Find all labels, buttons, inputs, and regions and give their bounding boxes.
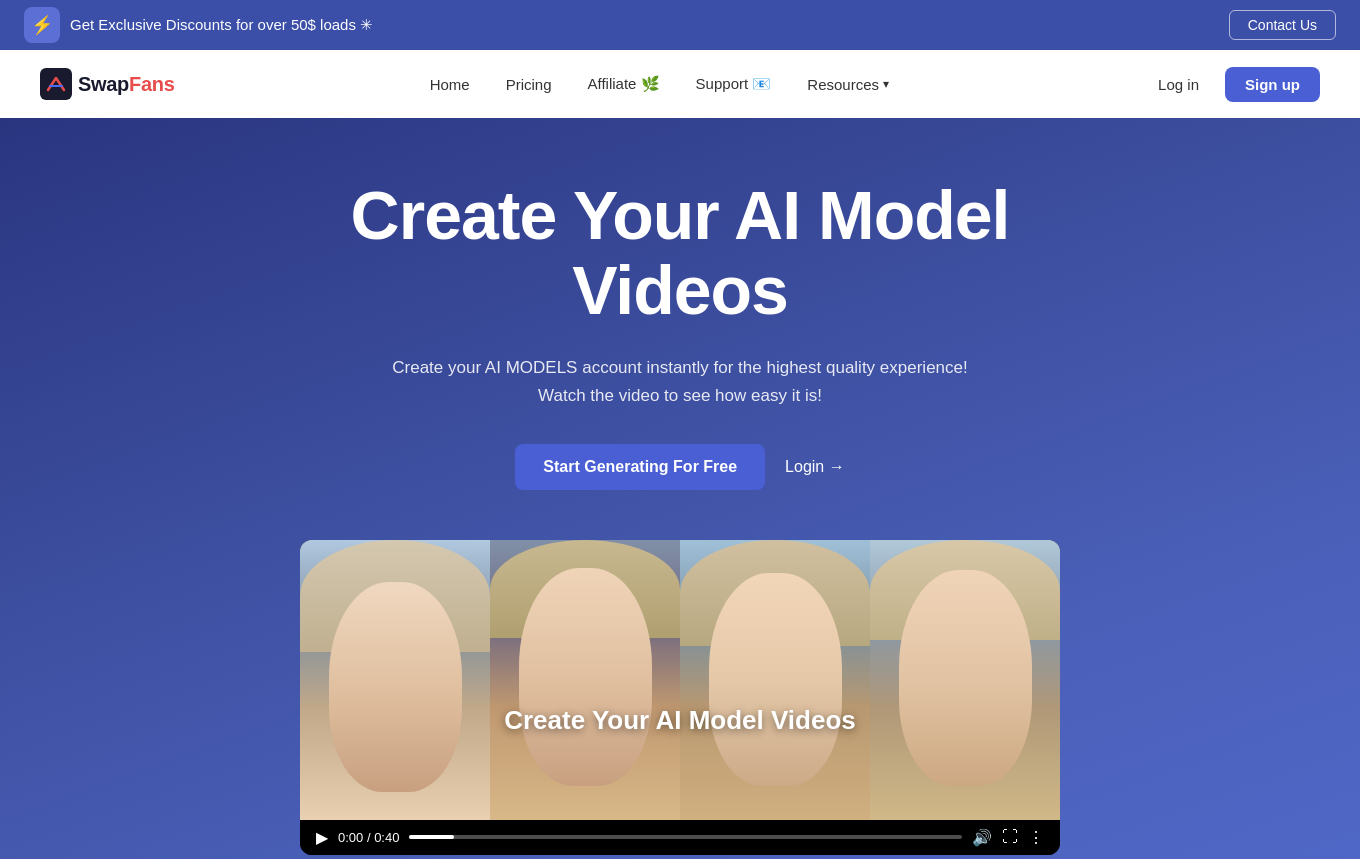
hero-subtitle2: Watch the video to see how easy it is!: [538, 386, 822, 406]
progress-bar[interactable]: [409, 835, 962, 839]
nav-resources[interactable]: Resources ▾: [793, 68, 903, 101]
hero-subtitle1: Create your AI MODELS account instantly …: [392, 358, 967, 378]
nav-home[interactable]: Home: [416, 68, 484, 101]
start-generating-button[interactable]: Start Generating For Free: [515, 444, 765, 490]
nav-pricing[interactable]: Pricing: [492, 68, 566, 101]
hero-section: Create Your AI ModelVideos Create your A…: [0, 118, 1360, 859]
banner-left: ⚡ Get Exclusive Discounts for over 50$ l…: [24, 7, 373, 43]
contact-us-button[interactable]: Contact Us: [1229, 10, 1336, 40]
video-thumbnail: Create Your AI Model Videos: [300, 540, 1060, 820]
nav-links: Home Pricing Affiliate 🌿 Support 📧 Resou…: [416, 67, 903, 101]
video-panel-3: [680, 540, 870, 820]
video-controls: ▶ 0:00 / 0:40 🔊 ⛶ ⋮: [300, 820, 1060, 855]
navbar: SwapFans Home Pricing Affiliate 🌿 Suppor…: [0, 50, 1360, 118]
video-overlay-text: Create Your AI Model Videos: [300, 705, 1060, 736]
video-controls-right: 🔊 ⛶ ⋮: [972, 828, 1044, 847]
lightning-icon: ⚡: [24, 7, 60, 43]
hero-title: Create Your AI ModelVideos: [351, 178, 1010, 328]
signup-button[interactable]: Sign up: [1225, 67, 1320, 102]
hero-buttons: Start Generating For Free Login →: [515, 444, 844, 490]
hero-login-button[interactable]: Login →: [785, 458, 845, 476]
progress-bar-fill: [409, 835, 453, 839]
video-panel-1: [300, 540, 490, 820]
nav-right: Log in Sign up: [1144, 67, 1320, 102]
nav-support[interactable]: Support 📧: [682, 67, 786, 101]
logo-icon: [40, 68, 72, 100]
chevron-down-icon: ▾: [883, 77, 889, 91]
video-panel-2: [490, 540, 680, 820]
fullscreen-icon[interactable]: ⛶: [1002, 828, 1018, 846]
login-button[interactable]: Log in: [1144, 68, 1213, 101]
top-banner: ⚡ Get Exclusive Discounts for over 50$ l…: [0, 0, 1360, 50]
svg-rect-0: [40, 68, 72, 100]
nav-affiliate[interactable]: Affiliate 🌿: [574, 67, 674, 101]
mute-icon[interactable]: 🔊: [972, 828, 992, 847]
video-panel-4: [870, 540, 1060, 820]
video-player[interactable]: Create Your AI Model Videos ▶ 0:00 / 0:4…: [300, 540, 1060, 855]
banner-text: Get Exclusive Discounts for over 50$ loa…: [70, 16, 373, 34]
logo[interactable]: SwapFans: [40, 68, 175, 100]
more-options-icon[interactable]: ⋮: [1028, 828, 1044, 847]
logo-text: SwapFans: [78, 73, 175, 96]
time-display: 0:00 / 0:40: [338, 830, 399, 845]
play-button[interactable]: ▶: [316, 828, 328, 847]
